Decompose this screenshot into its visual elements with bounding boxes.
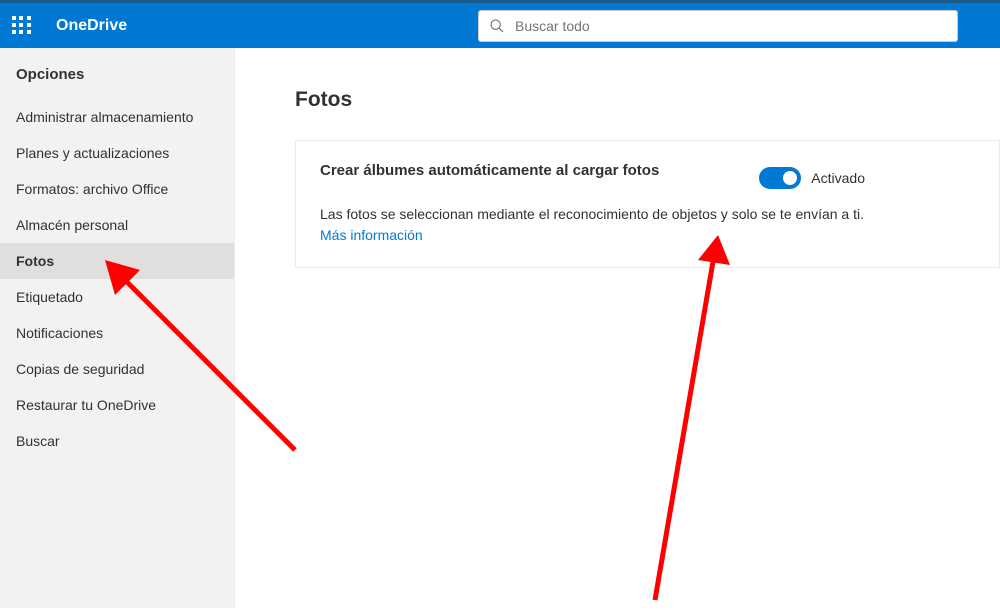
card-header-row: Crear álbumes automáticamente al cargar … — [320, 161, 975, 189]
sidebar-item-personal-vault[interactable]: Almacén personal — [0, 207, 234, 243]
page-title: Fotos — [295, 88, 1000, 112]
search-input[interactable] — [515, 18, 947, 34]
sidebar-item-restore[interactable]: Restaurar tu OneDrive — [0, 387, 234, 423]
card-title: Crear álbumes automáticamente al cargar … — [320, 161, 659, 181]
card-description: Las fotos se seleccionan mediante el rec… — [320, 205, 975, 225]
sidebar-item-search[interactable]: Buscar — [0, 423, 234, 459]
more-info-link[interactable]: Más información — [320, 227, 975, 243]
sidebar-item-notifications[interactable]: Notificaciones — [0, 315, 234, 351]
search-container — [478, 10, 958, 42]
sidebar: Opciones Administrar almacenamiento Plan… — [0, 48, 235, 608]
sidebar-item-photos[interactable]: Fotos — [0, 243, 234, 279]
brand-title: OneDrive — [56, 17, 127, 35]
sidebar-item-backup[interactable]: Copias de seguridad — [0, 351, 234, 387]
app-header: OneDrive — [0, 0, 1000, 48]
sidebar-item-tagging[interactable]: Etiquetado — [0, 279, 234, 315]
sidebar-item-formats[interactable]: Formatos: archivo Office — [0, 171, 234, 207]
sidebar-item-storage[interactable]: Administrar almacenamiento — [0, 99, 234, 135]
settings-card: Crear álbumes automáticamente al cargar … — [295, 140, 1000, 268]
auto-albums-toggle[interactable] — [759, 167, 801, 189]
app-launcher-icon[interactable] — [12, 16, 32, 36]
toggle-group: Activado — [759, 161, 865, 189]
body: Opciones Administrar almacenamiento Plan… — [0, 48, 1000, 608]
sidebar-title: Opciones — [0, 66, 234, 99]
main-content: Fotos Crear álbumes automáticamente al c… — [235, 48, 1000, 608]
sidebar-item-plans[interactable]: Planes y actualizaciones — [0, 135, 234, 171]
search-icon — [489, 18, 505, 34]
toggle-label: Activado — [811, 170, 865, 186]
toggle-knob — [783, 171, 797, 185]
search-box[interactable] — [478, 10, 958, 42]
